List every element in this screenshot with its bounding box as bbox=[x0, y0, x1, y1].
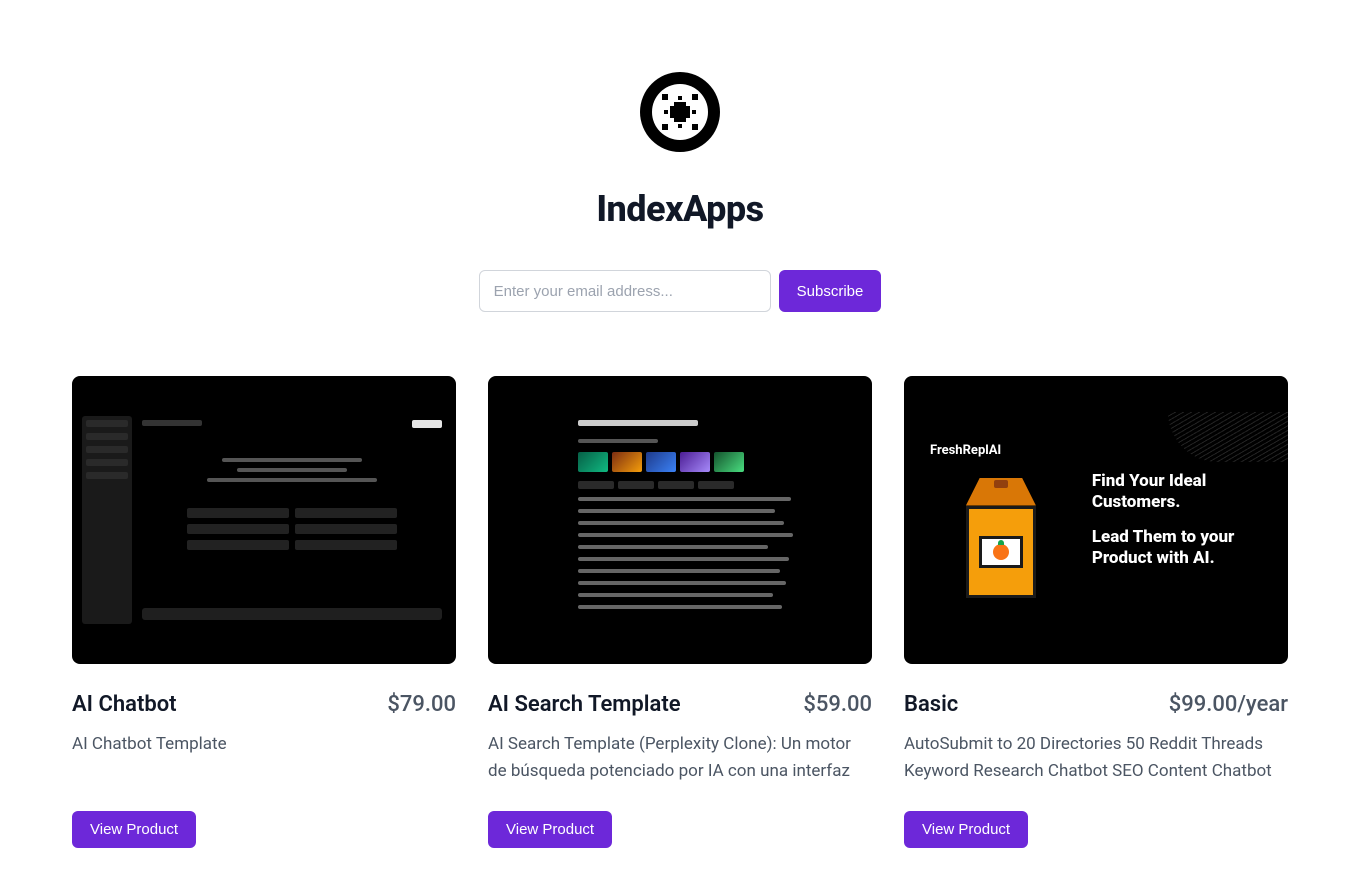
logo-glyph-icon bbox=[660, 92, 700, 132]
view-product-button[interactable]: View Product bbox=[904, 811, 1028, 848]
product-description: AI Search Template (Perplexity Clone): U… bbox=[488, 731, 872, 787]
product-description: AI Chatbot Template bbox=[72, 731, 456, 787]
product-header: Basic $99.00/year bbox=[904, 692, 1288, 717]
page-title: IndexApps bbox=[596, 188, 763, 230]
subscribe-form: Subscribe bbox=[479, 270, 882, 312]
product-card: FreshReplAI Find Your Ideal bbox=[904, 376, 1288, 848]
thumbnail-headline: Lead Them to your Product with AI. bbox=[1092, 527, 1262, 570]
product-thumbnail-mock bbox=[498, 416, 862, 624]
product-card: AI Chatbot $79.00 AI Chatbot Template Vi… bbox=[72, 376, 456, 848]
page-container: IndexApps Subscribe bbox=[72, 0, 1288, 888]
product-header: AI Search Template $59.00 bbox=[488, 692, 872, 717]
page-header: IndexApps Subscribe bbox=[72, 72, 1288, 312]
product-title: AI Search Template bbox=[488, 692, 681, 717]
product-header: AI Chatbot $79.00 bbox=[72, 692, 456, 717]
product-price: $59.00 bbox=[803, 692, 872, 717]
product-price: $79.00 bbox=[387, 692, 456, 717]
email-input[interactable] bbox=[479, 270, 771, 312]
juice-carton-icon bbox=[956, 478, 1046, 598]
product-title: AI Chatbot bbox=[72, 692, 177, 717]
view-product-button[interactable]: View Product bbox=[72, 811, 196, 848]
product-title: Basic bbox=[904, 692, 958, 717]
product-thumbnail-mock: FreshReplAI Find Your Ideal bbox=[914, 416, 1278, 624]
products-grid: AI Chatbot $79.00 AI Chatbot Template Vi… bbox=[72, 376, 1288, 848]
thumbnail-headline: Find Your Ideal Customers. bbox=[1092, 471, 1262, 514]
product-image[interactable] bbox=[488, 376, 872, 664]
thumbnail-brand-text: FreshReplAI bbox=[930, 443, 1001, 458]
subscribe-button[interactable]: Subscribe bbox=[779, 270, 882, 312]
brand-logo bbox=[640, 72, 720, 152]
product-image[interactable]: FreshReplAI Find Your Ideal bbox=[904, 376, 1288, 664]
product-price: $99.00/year bbox=[1169, 692, 1288, 717]
logo-inner bbox=[652, 84, 708, 140]
orange-icon bbox=[993, 544, 1009, 560]
product-card: AI Search Template $59.00 AI Search Temp… bbox=[488, 376, 872, 848]
product-description: AutoSubmit to 20 Directories 50 Reddit T… bbox=[904, 731, 1288, 787]
product-image[interactable] bbox=[72, 376, 456, 664]
view-product-button[interactable]: View Product bbox=[488, 811, 612, 848]
product-thumbnail-mock bbox=[82, 416, 446, 624]
